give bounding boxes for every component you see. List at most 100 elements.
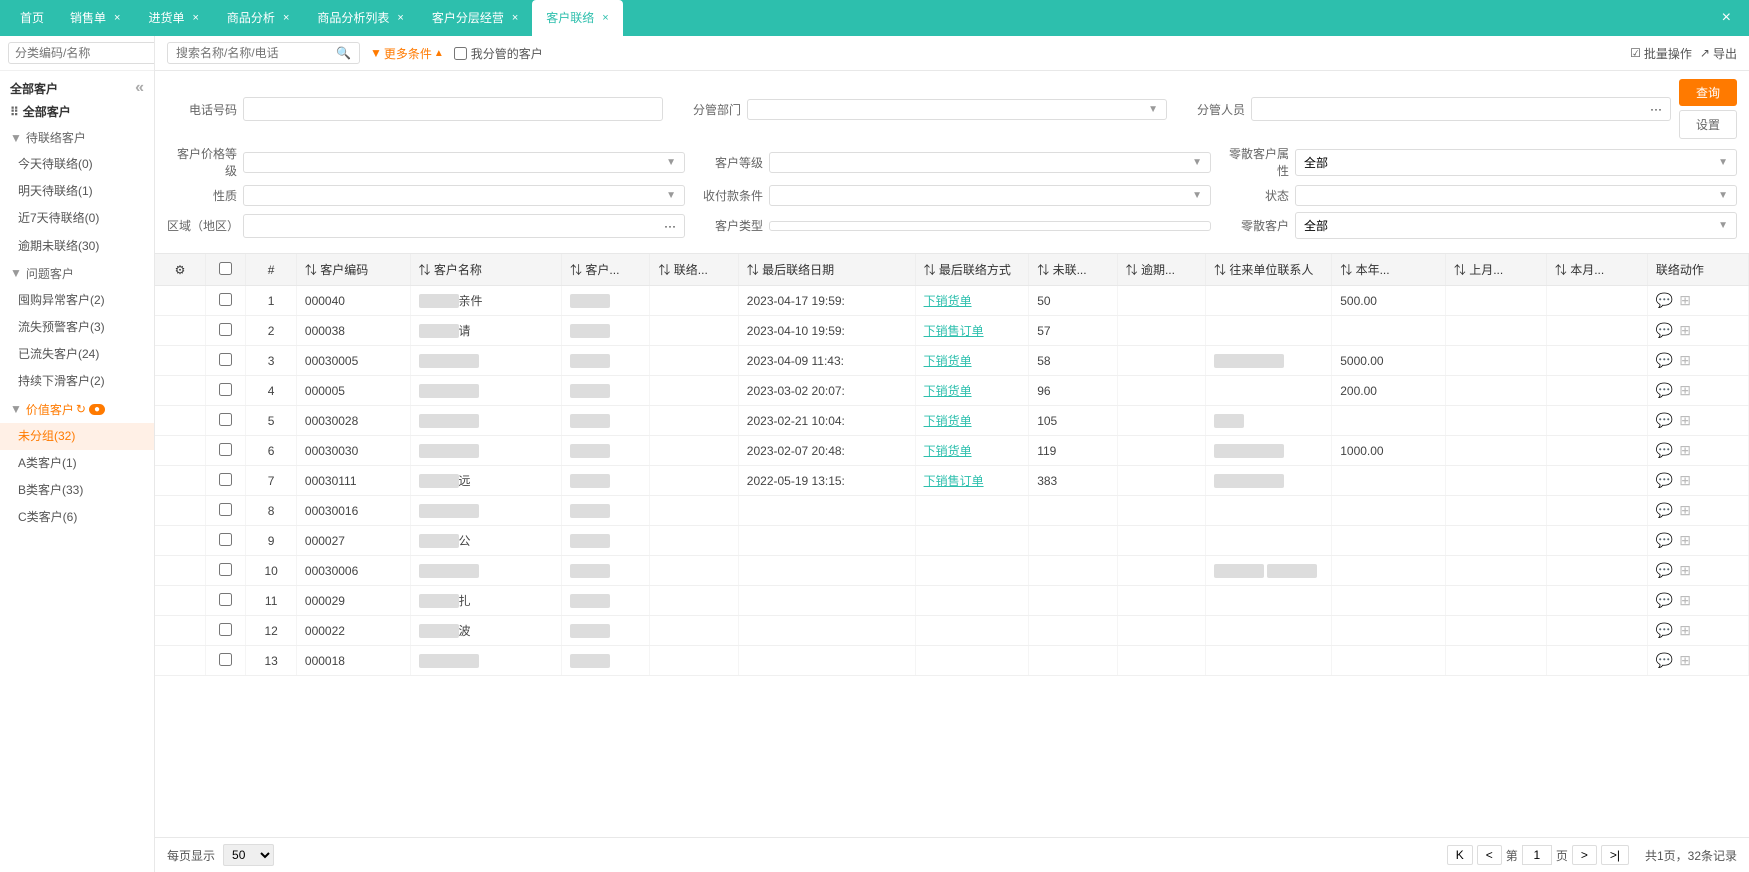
chat-icon[interactable]: 💬 [1656, 412, 1673, 429]
sidebar-item-overdue[interactable]: 逾期未联络(30) [0, 233, 154, 260]
sidebar-item-class-a[interactable]: A类客户(1) [0, 450, 154, 477]
row-last-method[interactable]: 下销货单 [915, 406, 1029, 436]
last-page-button[interactable]: >| [1601, 845, 1629, 865]
window-close-button[interactable]: × [1712, 9, 1741, 27]
row-checkbox[interactable] [206, 436, 246, 466]
customer-level-select[interactable]: ▼ [769, 152, 1211, 173]
row-checkbox[interactable] [206, 646, 246, 676]
more-filters-button[interactable]: ▼ 更多条件 ▲ [370, 45, 444, 62]
chat-icon[interactable]: 💬 [1656, 652, 1673, 669]
row-checkbox[interactable] [206, 376, 246, 406]
search-icon[interactable]: 🔍 [336, 46, 351, 60]
sidebar-item-ungrouped[interactable]: 未分组(32) [0, 423, 154, 450]
all-customers-header[interactable]: 全部客户 « [0, 71, 154, 101]
sidebar-item-today[interactable]: 今天待联络(0) [0, 151, 154, 178]
row-checkbox[interactable] [206, 556, 246, 586]
nav-tab-1[interactable]: 进货单 × [134, 0, 212, 36]
row-checkbox[interactable] [206, 586, 246, 616]
search-input[interactable] [176, 46, 336, 60]
th-thisyear[interactable]: ⇅ 本年... [1332, 254, 1446, 286]
grid-icon[interactable]: ⊞ [1679, 622, 1691, 639]
region-select[interactable]: ··· [243, 214, 685, 238]
grid-icon[interactable]: ⊞ [1679, 472, 1691, 489]
row-checkbox[interactable] [206, 346, 246, 376]
retail-attr-select[interactable]: 全部 ▼ [1295, 149, 1737, 176]
chat-icon[interactable]: 💬 [1656, 352, 1673, 369]
my-customers-checkbox[interactable] [454, 47, 467, 60]
settings-icon[interactable]: ⚙ [175, 263, 186, 277]
row-last-method[interactable] [915, 586, 1029, 616]
grid-icon[interactable]: ⊞ [1679, 382, 1691, 399]
price-level-select[interactable]: ▼ [243, 152, 685, 173]
th-settings[interactable]: ⚙ [155, 254, 206, 286]
row-checkbox[interactable] [206, 526, 246, 556]
th-thismonth[interactable]: ⇅ 本月... [1546, 254, 1647, 286]
method-link[interactable]: 下销货单 [924, 294, 972, 308]
sidebar-item-week[interactable]: 近7天待联络(0) [0, 205, 154, 232]
row-last-method[interactable] [915, 616, 1029, 646]
nav-tab-0[interactable]: 销售单 × [56, 0, 134, 36]
th-last-date[interactable]: ⇅ 最后联络日期 [738, 254, 915, 286]
grid-icon[interactable]: ⊞ [1679, 502, 1691, 519]
group-header-pending[interactable]: ▼ 待联络客户 [0, 124, 154, 151]
export-button[interactable]: ↗ 导出 [1700, 45, 1737, 62]
category-search-input[interactable] [8, 42, 155, 64]
grid-icon[interactable]: ⊞ [1679, 442, 1691, 459]
chat-icon[interactable]: 💬 [1656, 382, 1673, 399]
page-input[interactable] [1522, 845, 1552, 865]
next-page-button[interactable]: > [1572, 845, 1597, 865]
retail-customer-select[interactable]: 全部 ▼ [1295, 212, 1737, 239]
sidebar-item-tomorrow[interactable]: 明天待联络(1) [0, 178, 154, 205]
grid-icon[interactable]: ⊞ [1679, 412, 1691, 429]
first-page-button[interactable]: K [1447, 845, 1473, 865]
close-icon[interactable]: × [397, 0, 403, 36]
th-last-method[interactable]: ⇅ 最后联络方式 [915, 254, 1029, 286]
prev-page-button[interactable]: < [1477, 845, 1502, 865]
grid-icon[interactable]: ⊞ [1679, 322, 1691, 339]
method-link[interactable]: 下销货单 [924, 354, 972, 368]
query-button[interactable]: 查询 [1679, 79, 1737, 106]
sidebar-item-class-c[interactable]: C类客户(6) [0, 504, 154, 531]
row-last-method[interactable] [915, 646, 1029, 676]
chat-icon[interactable]: 💬 [1656, 502, 1673, 519]
row-last-method[interactable]: 下销货单 [915, 286, 1029, 316]
row-checkbox[interactable] [206, 286, 246, 316]
payment-select[interactable]: ▼ [769, 185, 1211, 206]
chat-icon[interactable]: 💬 [1656, 592, 1673, 609]
chat-icon[interactable]: 💬 [1656, 322, 1673, 339]
close-icon[interactable]: × [512, 0, 518, 36]
grid-icon[interactable]: ⊞ [1679, 532, 1691, 549]
th-lastmonth[interactable]: ⇅ 上月... [1445, 254, 1546, 286]
sidebar-item-churned[interactable]: 已流失客户(24) [0, 341, 154, 368]
batch-op-button[interactable]: ☑ 批量操作 [1630, 45, 1692, 62]
th-contacts[interactable]: ⇅ 往来单位联系人 [1205, 254, 1331, 286]
row-checkbox[interactable] [206, 316, 246, 346]
method-link[interactable]: 下销货单 [924, 444, 972, 458]
status-select[interactable]: ▼ [1295, 185, 1737, 206]
row-last-method[interactable]: 下销售订单 [915, 466, 1029, 496]
th-uncontact[interactable]: ⇅ 未联... [1029, 254, 1117, 286]
method-link[interactable]: 下销售订单 [924, 474, 984, 488]
per-page-select[interactable]: 50 100 [223, 844, 274, 866]
chat-icon[interactable]: 💬 [1656, 532, 1673, 549]
close-icon[interactable]: × [192, 0, 198, 36]
sidebar-item-declining[interactable]: 持续下滑客户(2) [0, 368, 154, 395]
method-link[interactable]: 下销货单 [924, 414, 972, 428]
chat-icon[interactable]: 💬 [1656, 442, 1673, 459]
select-all-checkbox[interactable] [219, 262, 232, 275]
sidebar-item-churn-warning[interactable]: 流失预警客户(3) [0, 314, 154, 341]
dept-select[interactable]: ▼ [747, 99, 1167, 120]
nav-tab-2[interactable]: 商品分析 × [213, 0, 303, 36]
method-link[interactable]: 下销售订单 [924, 324, 984, 338]
row-last-method[interactable]: 下销货单 [915, 436, 1029, 466]
method-link[interactable]: 下销货单 [924, 384, 972, 398]
nav-home[interactable]: 首页 [8, 0, 56, 36]
sidebar-collapse-btn[interactable]: « [135, 79, 144, 97]
row-checkbox[interactable] [206, 616, 246, 646]
row-last-method[interactable]: 下销货单 [915, 376, 1029, 406]
chat-icon[interactable]: 💬 [1656, 292, 1673, 309]
th-type[interactable]: ⇅ 客户... [562, 254, 650, 286]
row-last-method[interactable]: 下销货单 [915, 346, 1029, 376]
nav-tab-3[interactable]: 商品分析列表 × [303, 0, 417, 36]
group-header-value[interactable]: ▼ 价值客户 ↻ ● [0, 396, 154, 423]
